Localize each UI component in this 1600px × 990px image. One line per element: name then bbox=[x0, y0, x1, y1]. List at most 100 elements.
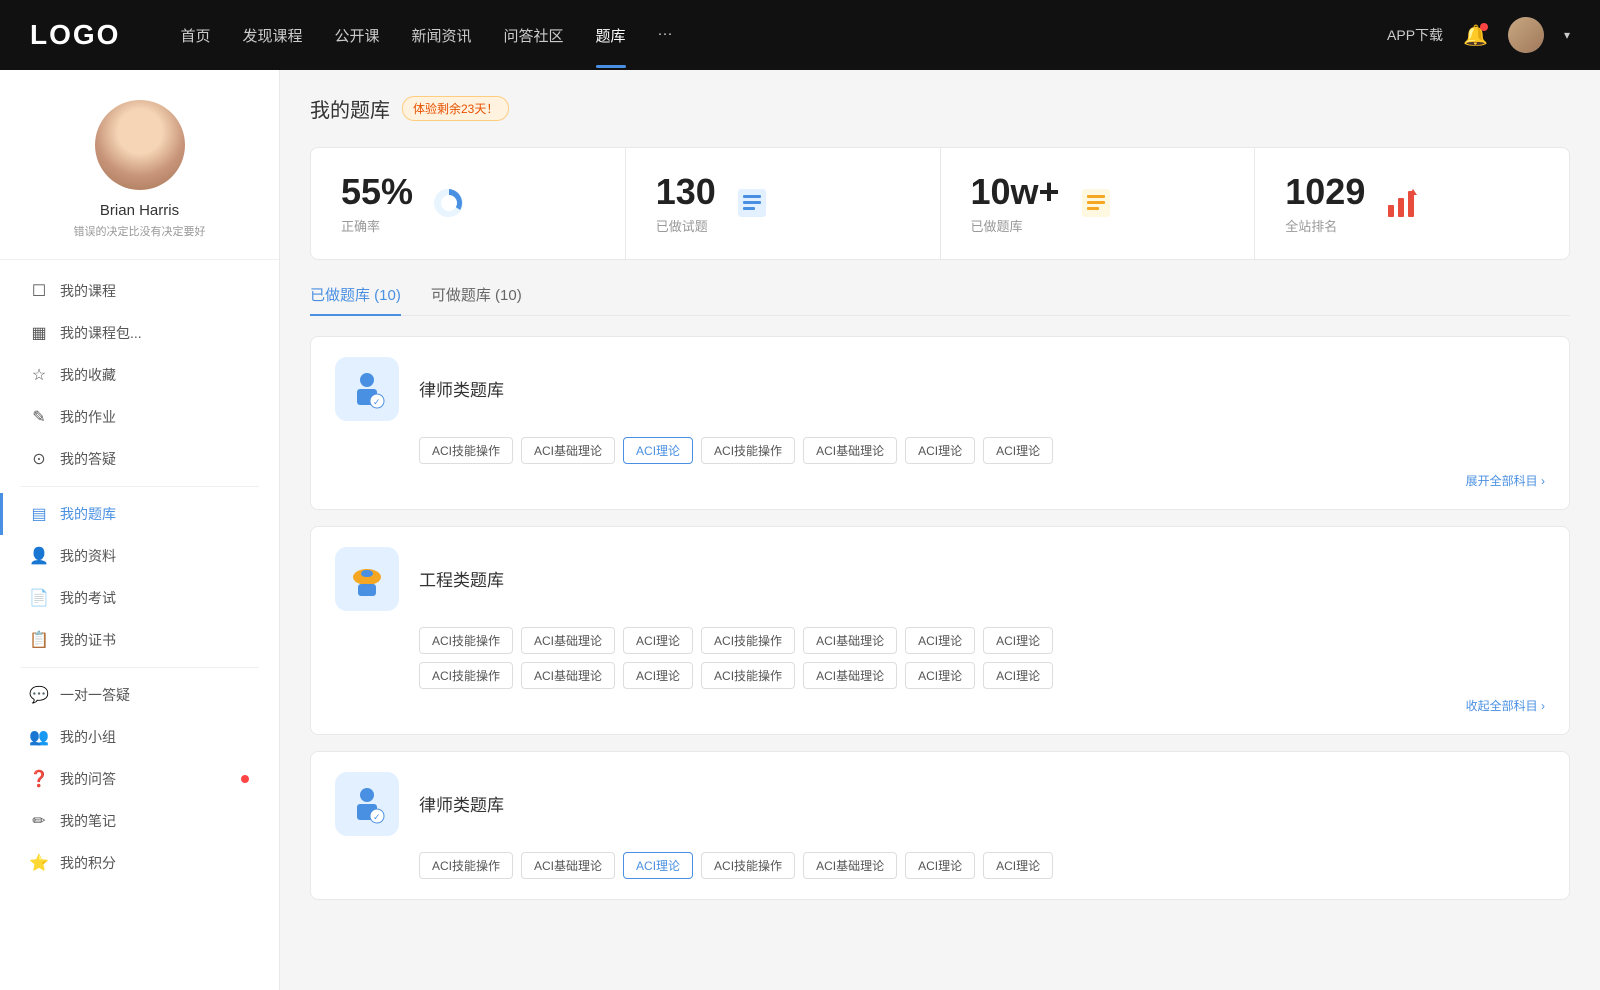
avatar-image bbox=[1508, 17, 1544, 53]
nav-more[interactable]: ··· bbox=[658, 25, 673, 46]
sidebar-item-group[interactable]: 👥 我的小组 bbox=[0, 716, 279, 758]
sidebar: Brian Harris 错误的决定比没有决定要好 ☐ 我的课程 ▦ 我的课程包… bbox=[0, 70, 280, 990]
qbank-tag[interactable]: ACI理论 bbox=[983, 662, 1053, 689]
nav-home[interactable]: 首页 bbox=[180, 25, 210, 46]
list-blue-icon bbox=[732, 183, 772, 223]
qbank-tag-selected[interactable]: ACI理论 bbox=[623, 852, 693, 879]
avatar[interactable] bbox=[1508, 17, 1544, 53]
nav-qbank[interactable]: 题库 bbox=[596, 25, 626, 46]
qbank-tag[interactable]: ACI基础理论 bbox=[521, 852, 615, 879]
nav-links: 首页 发现课程 公开课 新闻资讯 问答社区 题库 ··· bbox=[180, 25, 1347, 46]
qbank-tag[interactable]: ACI理论 bbox=[905, 437, 975, 464]
nav-discover[interactable]: 发现课程 bbox=[242, 25, 302, 46]
qbank-tag[interactable]: ACI理论 bbox=[905, 627, 975, 654]
notification-dot bbox=[1480, 23, 1488, 31]
stat-card-accuracy: 55% 正确率 bbox=[311, 148, 626, 259]
qbank-tag[interactable]: ACI技能操作 bbox=[419, 627, 513, 654]
qbank-tag[interactable]: ACI技能操作 bbox=[419, 662, 513, 689]
sidebar-item-homework[interactable]: ✎ 我的作业 bbox=[0, 396, 279, 438]
qbank-expand-button[interactable]: 展开全部科目 › bbox=[335, 472, 1545, 489]
svg-text:✓: ✓ bbox=[373, 397, 381, 407]
bar-chart-icon bbox=[1381, 183, 1421, 223]
chevron-down-icon[interactable]: ▾ bbox=[1564, 28, 1570, 42]
stat-value: 10w+ bbox=[971, 172, 1060, 212]
qbank-tag[interactable]: ACI基础理论 bbox=[521, 437, 615, 464]
sidebar-item-1on1[interactable]: 💬 一对一答疑 bbox=[0, 674, 279, 716]
sidebar-item-courses[interactable]: ☐ 我的课程 bbox=[0, 270, 279, 312]
qa-icon: ❓ bbox=[30, 770, 48, 788]
tab-available[interactable]: 可做题库 (10) bbox=[431, 284, 522, 315]
qbank-tag[interactable]: ACI技能操作 bbox=[701, 852, 795, 879]
qbank-tag[interactable]: ACI基础理论 bbox=[803, 437, 897, 464]
qbank-tag[interactable]: ACI理论 bbox=[983, 627, 1053, 654]
qbank-tag[interactable]: ACI理论 bbox=[905, 662, 975, 689]
sidebar-item-profile[interactable]: 👤 我的资料 bbox=[0, 535, 279, 577]
qbank-tag[interactable]: ACI基础理论 bbox=[803, 852, 897, 879]
sidebar-item-label: 我的积分 bbox=[60, 853, 249, 873]
qbank-tag[interactable]: ACI技能操作 bbox=[701, 662, 795, 689]
qbank-tag[interactable]: ACI技能操作 bbox=[419, 437, 513, 464]
qbank-tag[interactable]: ACI技能操作 bbox=[701, 627, 795, 654]
nav-open[interactable]: 公开课 bbox=[334, 25, 379, 46]
sidebar-item-label: 我的课程 bbox=[60, 281, 249, 301]
sidebar-item-notes[interactable]: ✏ 我的笔记 bbox=[0, 800, 279, 842]
sidebar-item-qbank[interactable]: ▤ 我的题库 bbox=[0, 493, 279, 535]
qbank-tag-selected[interactable]: ACI理论 bbox=[623, 437, 693, 464]
qbank-card-header: ✓ 律师类题库 bbox=[335, 357, 1545, 421]
notification-bell[interactable]: 🔔 bbox=[1463, 23, 1488, 48]
qbank-tag[interactable]: ACI理论 bbox=[983, 437, 1053, 464]
qbank-icon-lawyer-2: ✓ bbox=[335, 772, 399, 836]
qbank-tag[interactable]: ACI基础理论 bbox=[521, 662, 615, 689]
points-icon: ⭐ bbox=[30, 854, 48, 872]
sidebar-item-favorites[interactable]: ☆ 我的收藏 bbox=[0, 354, 279, 396]
stat-info: 130 已做试题 bbox=[656, 172, 716, 235]
nav-news[interactable]: 新闻资讯 bbox=[412, 25, 472, 46]
sidebar-item-course-package[interactable]: ▦ 我的课程包... bbox=[0, 312, 279, 354]
sidebar-item-label: 我的证书 bbox=[60, 630, 249, 650]
tab-done[interactable]: 已做题库 (10) bbox=[310, 284, 401, 315]
sidebar-item-certificate[interactable]: 📋 我的证书 bbox=[0, 619, 279, 661]
qa-badge bbox=[241, 775, 249, 783]
page-header: 我的题库 体验剩余23天！ bbox=[310, 94, 1570, 123]
stats-row: 55% 正确率 130 已做试题 bbox=[310, 147, 1570, 260]
stat-value: 1029 bbox=[1285, 172, 1365, 212]
nav-qa[interactable]: 问答社区 bbox=[504, 25, 564, 46]
topnav: LOGO 首页 发现课程 公开课 新闻资讯 问答社区 题库 ··· APP下载 … bbox=[0, 0, 1600, 70]
profile-icon: 👤 bbox=[30, 547, 48, 565]
sidebar-item-label: 我的考试 bbox=[60, 588, 249, 608]
sidebar-item-qa[interactable]: ❓ 我的问答 bbox=[0, 758, 279, 800]
qbank-card-header: 工程类题库 bbox=[335, 547, 1545, 611]
logo: LOGO bbox=[30, 19, 120, 51]
qbank-tags-row2: ACI技能操作 ACI基础理论 ACI理论 ACI技能操作 ACI基础理论 AC… bbox=[419, 662, 1545, 689]
qbank-card-lawyer-2: ✓ 律师类题库 ACI技能操作 ACI基础理论 ACI理论 ACI技能操作 AC… bbox=[310, 751, 1570, 900]
qbank-card-engineer: 工程类题库 ACI技能操作 ACI基础理论 ACI理论 ACI技能操作 ACI基… bbox=[310, 526, 1570, 735]
qbank-tag[interactable]: ACI技能操作 bbox=[701, 437, 795, 464]
certificate-icon: 📋 bbox=[30, 631, 48, 649]
sidebar-item-questions[interactable]: ⊙ 我的答疑 bbox=[0, 438, 279, 480]
qbank-card-lawyer-1: ✓ 律师类题库 ACI技能操作 ACI基础理论 ACI理论 ACI技能操作 AC… bbox=[310, 336, 1570, 510]
sidebar-item-exam[interactable]: 📄 我的考试 bbox=[0, 577, 279, 619]
qbank-tag[interactable]: ACI基础理论 bbox=[521, 627, 615, 654]
page-title: 我的题库 bbox=[310, 94, 390, 123]
sidebar-item-label: 我的题库 bbox=[60, 504, 249, 524]
qbank-tag[interactable]: ACI理论 bbox=[623, 627, 693, 654]
qbank-tag[interactable]: ACI理论 bbox=[983, 852, 1053, 879]
sidebar-item-points[interactable]: ⭐ 我的积分 bbox=[0, 842, 279, 884]
stat-info: 1029 全站排名 bbox=[1285, 172, 1365, 235]
group-icon: 👥 bbox=[30, 728, 48, 746]
qbank-tag[interactable]: ACI理论 bbox=[623, 662, 693, 689]
app-download[interactable]: APP下载 bbox=[1387, 25, 1443, 45]
question-icon: ⊙ bbox=[30, 450, 48, 468]
qbank-icon-lawyer: ✓ bbox=[335, 357, 399, 421]
qbank-tag[interactable]: ACI技能操作 bbox=[419, 852, 513, 879]
courses-icon: ☐ bbox=[30, 282, 48, 300]
stat-value: 55% bbox=[341, 172, 413, 212]
qbank-collapse-button[interactable]: 收起全部科目 › bbox=[335, 697, 1545, 714]
chat-icon: 💬 bbox=[30, 686, 48, 704]
main-content: 我的题库 体验剩余23天！ 55% 正确率 bbox=[280, 70, 1600, 990]
qbank-tag[interactable]: ACI基础理论 bbox=[803, 662, 897, 689]
qbank-tag[interactable]: ACI理论 bbox=[905, 852, 975, 879]
qbank-tag[interactable]: ACI基础理论 bbox=[803, 627, 897, 654]
sidebar-item-label: 我的作业 bbox=[60, 407, 249, 427]
sidebar-item-label: 我的答疑 bbox=[60, 449, 249, 469]
